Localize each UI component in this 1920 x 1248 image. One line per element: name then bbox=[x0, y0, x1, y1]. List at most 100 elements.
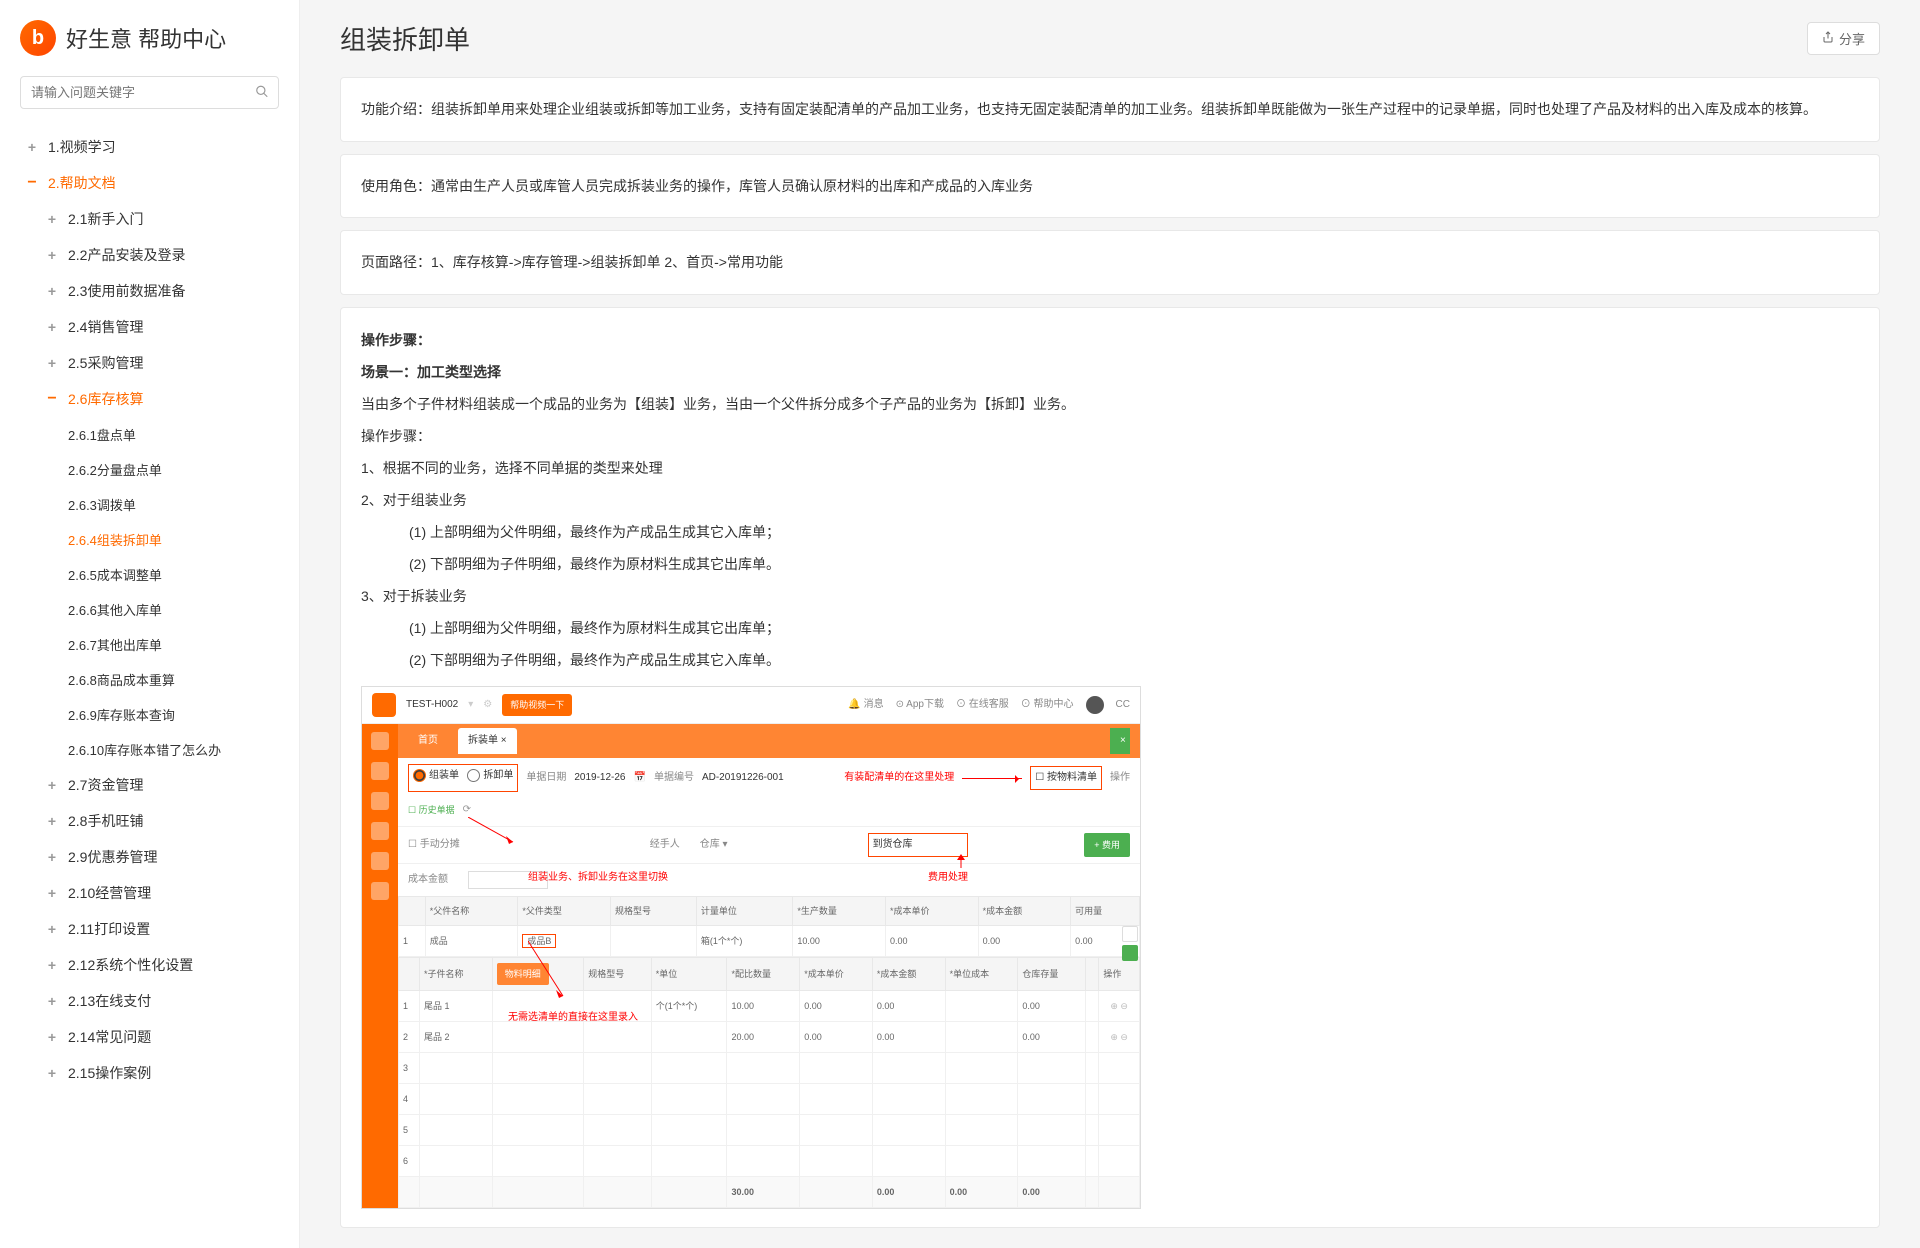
logo-text: 好生意 帮助中心 bbox=[66, 22, 226, 54]
nav-item-label: 2.12系统个性化设置 bbox=[68, 955, 193, 975]
ss-content: 首页 拆装单 × × 组装单 拆卸单 单据日期 2019-12-26 bbox=[398, 724, 1140, 1209]
content-card: 操作步骤： 场景一：加工类型选择 当由多个子件材料组装成一个成品的业务为【组装】… bbox=[340, 307, 1880, 1229]
nav-item[interactable]: 2.6库存核算 bbox=[20, 381, 279, 417]
nav-item-label: 2.6.2分量盘点单 bbox=[68, 460, 162, 479]
nav-item-label: 1.视频学习 bbox=[48, 137, 116, 157]
fee-btn: + 费用 bbox=[1084, 833, 1130, 857]
share-button[interactable]: 分享 bbox=[1807, 22, 1880, 55]
step1: 1、根据不同的业务，选择不同单据的类型来处理 bbox=[361, 454, 1859, 482]
nav-item-label: 2.7资金管理 bbox=[68, 775, 143, 795]
nav-item[interactable]: 2.6.10库存账本错了怎么办 bbox=[20, 732, 279, 767]
ss-tab-home: 首页 bbox=[408, 728, 448, 754]
nav-item[interactable]: 2.11打印设置 bbox=[20, 911, 279, 947]
ss-help-btn: 帮助视频一下 bbox=[502, 694, 572, 716]
step3-2: (2) 下部明细为子件明细，最终作为产成品生成其它入库单。 bbox=[361, 646, 1859, 674]
nav-item[interactable]: 1.视频学习 bbox=[20, 129, 279, 165]
nav-item-label: 2.11打印设置 bbox=[68, 919, 150, 939]
plus-icon bbox=[44, 885, 60, 901]
embedded-screenshot: TEST-H002 ▾ ⚙ 帮助视频一下 🔔 消息⊙ App下载⊙ 在线客服⊙ … bbox=[361, 686, 1141, 1210]
nav-item-label: 2.6.7其他出库单 bbox=[68, 635, 162, 654]
logo[interactable]: b 好生意 帮助中心 bbox=[20, 20, 279, 56]
arrow-icon bbox=[946, 854, 976, 868]
nav-item-label: 2.5采购管理 bbox=[68, 353, 143, 373]
plus-icon bbox=[44, 211, 60, 227]
nav-item-label: 2.6.6其他入库单 bbox=[68, 600, 162, 619]
role-label: 使用角色： bbox=[361, 178, 431, 194]
nav-icon bbox=[371, 822, 389, 840]
step2: 2、对于组装业务 bbox=[361, 486, 1859, 514]
nav-item[interactable]: 2.6.5成本调整单 bbox=[20, 557, 279, 592]
logo-icon: b bbox=[20, 20, 56, 56]
nav-icon bbox=[371, 882, 389, 900]
home-icon bbox=[371, 732, 389, 750]
intro-card: 功能介绍：组装拆卸单用来处理企业组装或拆卸等加工业务，支持有固定装配清单的产品加… bbox=[340, 77, 1880, 142]
page-title: 组装拆卸单 bbox=[340, 20, 470, 57]
ss-topbar-right: 🔔 消息⊙ App下载⊙ 在线客服⊙ 帮助中心CC bbox=[848, 695, 1130, 715]
nav-item[interactable]: 2.6.3调拨单 bbox=[20, 487, 279, 522]
main-content: 组装拆卸单 分享 功能介绍：组装拆卸单用来处理企业组装或拆卸等加工业务，支持有固… bbox=[300, 0, 1920, 1248]
nav-item[interactable]: 2.13在线支付 bbox=[20, 983, 279, 1019]
plus-icon bbox=[44, 813, 60, 829]
search-input[interactable] bbox=[20, 76, 279, 109]
search-box bbox=[20, 76, 279, 109]
nav-item-label: 2.10经营管理 bbox=[68, 883, 151, 903]
nav-item[interactable]: 2.5采购管理 bbox=[20, 345, 279, 381]
plus-icon bbox=[24, 139, 40, 155]
step2-1: (1) 上部明细为父件明细，最终作为产成品生成其它入库单； bbox=[361, 518, 1859, 546]
child-table: *子件名称物料明细规格型号*单位*配比数量*成本单价*成本金额*单位成本仓库存量… bbox=[398, 957, 1140, 1208]
nav-item-label: 2.3使用前数据准备 bbox=[68, 281, 185, 301]
nav-item[interactable]: 2.6.4组装拆卸单 bbox=[20, 522, 279, 557]
intro-label: 功能介绍： bbox=[361, 101, 431, 117]
ss-row-handler: ☐ 手动分摊 经手人 仓库 ▾ 到货仓库 + 费用 bbox=[398, 826, 1140, 863]
nav-item[interactable]: 2.1新手入门 bbox=[20, 201, 279, 237]
nav-item-label: 2.6.5成本调整单 bbox=[68, 565, 162, 584]
plus-icon bbox=[44, 921, 60, 937]
nav-item-label: 2.6库存核算 bbox=[68, 389, 143, 409]
nav-icon bbox=[371, 762, 389, 780]
nav-item-label: 2.14常见问题 bbox=[68, 1027, 151, 1047]
arrow-icon bbox=[528, 941, 568, 1001]
arrow-icon bbox=[962, 778, 1022, 779]
search-icon[interactable] bbox=[255, 84, 269, 101]
nav-item[interactable]: 2.4销售管理 bbox=[20, 309, 279, 345]
nav-item[interactable]: 2.3使用前数据准备 bbox=[20, 273, 279, 309]
ss-tab-active: 拆装单 × bbox=[458, 728, 517, 754]
nav-item[interactable]: 2.6.7其他出库单 bbox=[20, 627, 279, 662]
plus-icon bbox=[44, 283, 60, 299]
ann-bom: 有装配清单的在这里处理 bbox=[844, 768, 954, 788]
ann-switch: 组装业务、拆卸业务在这里切换 bbox=[528, 868, 668, 888]
ss-logo-icon bbox=[372, 693, 396, 717]
nav-item[interactable]: 2.6.8商品成本重算 bbox=[20, 662, 279, 697]
nav-item[interactable]: 2.7资金管理 bbox=[20, 767, 279, 803]
plus-icon bbox=[44, 355, 60, 371]
nav-item[interactable]: 2.6.1盘点单 bbox=[20, 417, 279, 452]
nav-icon bbox=[371, 792, 389, 810]
role-text: 通常由生产人员或库管人员完成拆装业务的操作，库管人员确认原材料的出库和产成品的入… bbox=[431, 178, 1033, 194]
nav-item[interactable]: 2.15操作案例 bbox=[20, 1055, 279, 1091]
step3: 3、对于拆装业务 bbox=[361, 582, 1859, 610]
path-card: 页面路径：1、库存核算->库存管理->组装拆卸单 2、首页->常用功能 bbox=[340, 230, 1880, 295]
avatar-icon bbox=[1086, 696, 1104, 714]
nav-icon bbox=[371, 852, 389, 870]
nav-item[interactable]: 2.12系统个性化设置 bbox=[20, 947, 279, 983]
ss-topbar: TEST-H002 ▾ ⚙ 帮助视频一下 🔔 消息⊙ App下载⊙ 在线客服⊙ … bbox=[362, 687, 1140, 724]
minus-icon bbox=[44, 391, 60, 407]
nav-item[interactable]: 2.9优惠券管理 bbox=[20, 839, 279, 875]
nav-item[interactable]: 2.8手机旺铺 bbox=[20, 803, 279, 839]
nav-item-label: 2.4销售管理 bbox=[68, 317, 143, 337]
nav-item[interactable]: 2.6.9库存账本查询 bbox=[20, 697, 279, 732]
nav-item[interactable]: 2.帮助文档 bbox=[20, 165, 279, 201]
nav-item-label: 2.6.10库存账本错了怎么办 bbox=[68, 740, 221, 759]
nav-item-label: 2.15操作案例 bbox=[68, 1063, 151, 1083]
nav-item[interactable]: 2.6.2分量盘点单 bbox=[20, 452, 279, 487]
nav-item[interactable]: 2.10经营管理 bbox=[20, 875, 279, 911]
scene-desc: 当由多个子件材料组装成一个成品的业务为【组装】业务，当由一个父件拆分成多个子产品… bbox=[361, 390, 1859, 418]
nav-item[interactable]: 2.6.6其他入库单 bbox=[20, 592, 279, 627]
nav-item[interactable]: 2.2产品安装及登录 bbox=[20, 237, 279, 273]
ss-leftnav bbox=[362, 724, 398, 1209]
nav-item-label: 2.9优惠券管理 bbox=[68, 847, 157, 867]
nav-item[interactable]: 2.14常见问题 bbox=[20, 1019, 279, 1055]
plus-icon bbox=[44, 957, 60, 973]
type-selector-box: 组装单 拆卸单 bbox=[408, 764, 518, 793]
nav-item-label: 2.帮助文档 bbox=[48, 173, 116, 193]
